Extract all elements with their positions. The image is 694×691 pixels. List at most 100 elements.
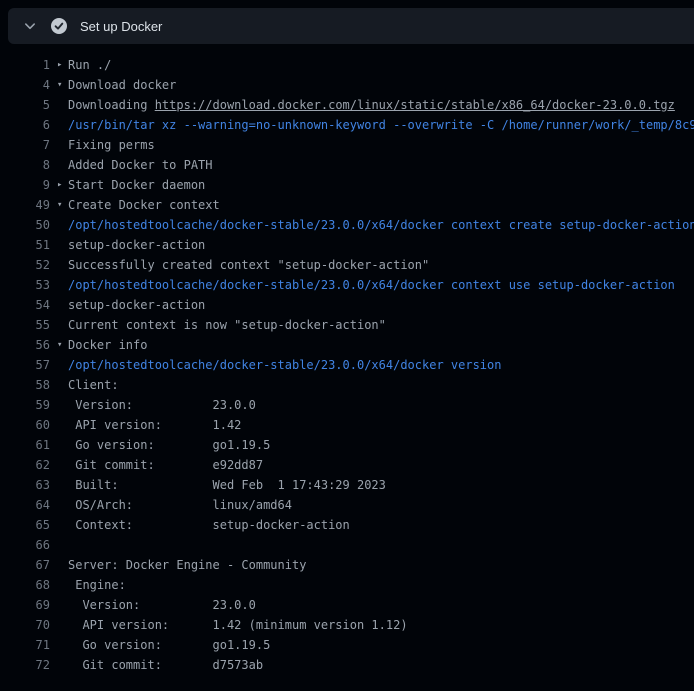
log-line: 66 (0, 535, 694, 555)
group-expanded-icon[interactable]: ▾ (50, 335, 68, 355)
line-number[interactable]: 7 (6, 135, 50, 155)
line-number[interactable]: 5 (6, 95, 50, 115)
line-number[interactable]: 63 (6, 475, 50, 495)
line-number[interactable]: 54 (6, 295, 50, 315)
log-text: Go version: go1.19.5 (68, 638, 270, 652)
log-line-content: Downloading https://download.docker.com/… (68, 95, 694, 115)
log-text: Version: 23.0.0 (68, 598, 256, 612)
log-line: 57/opt/hostedtoolcache/docker-stable/23.… (0, 355, 694, 375)
line-number[interactable]: 69 (6, 595, 50, 615)
log-text: Context: setup-docker-action (68, 518, 350, 532)
log-output: 1▸Run ./4▾Download docker5Downloading ht… (0, 44, 694, 675)
workflow-step-log-viewer: Set up Docker 1▸Run ./4▾Download docker5… (0, 8, 694, 675)
log-line-content: Go version: go1.19.5 (68, 435, 694, 455)
log-line: 63 Built: Wed Feb 1 17:43:29 2023 (0, 475, 694, 495)
line-number[interactable]: 51 (6, 235, 50, 255)
line-number[interactable]: 53 (6, 275, 50, 295)
check-circle-icon (50, 17, 68, 35)
line-number[interactable]: 70 (6, 615, 50, 635)
line-number[interactable]: 62 (6, 455, 50, 475)
line-number[interactable]: 58 (6, 375, 50, 395)
log-text: Go version: go1.19.5 (68, 438, 270, 452)
log-line-content: API version: 1.42 (minimum version 1.12) (68, 615, 694, 635)
line-number[interactable]: 60 (6, 415, 50, 435)
log-line-content: Version: 23.0.0 (68, 595, 694, 615)
log-line-content: /opt/hostedtoolcache/docker-stable/23.0.… (68, 215, 694, 235)
log-text: Download docker (68, 78, 176, 92)
line-number[interactable]: 4 (6, 75, 50, 95)
log-line: 68 Engine: (0, 575, 694, 595)
log-line: 65 Context: setup-docker-action (0, 515, 694, 535)
chevron-down-icon[interactable] (22, 18, 38, 34)
group-collapsed-icon[interactable]: ▸ (50, 55, 68, 75)
log-line: 62 Git commit: e92dd87 (0, 455, 694, 475)
line-number[interactable]: 68 (6, 575, 50, 595)
log-text: Client: (68, 378, 119, 392)
line-number[interactable]: 1 (6, 55, 50, 75)
line-number[interactable]: 71 (6, 635, 50, 655)
line-number[interactable]: 56 (6, 335, 50, 355)
line-number[interactable]: 64 (6, 495, 50, 515)
line-number[interactable]: 49 (6, 195, 50, 215)
line-number[interactable]: 65 (6, 515, 50, 535)
log-line-content: Git commit: e92dd87 (68, 455, 694, 475)
log-text: Fixing perms (68, 138, 155, 152)
log-text: Built: Wed Feb 1 17:43:29 2023 (68, 478, 386, 492)
log-line-content: Git commit: d7573ab (68, 655, 694, 675)
log-link[interactable]: https://download.docker.com/linux/static… (155, 98, 675, 112)
line-number[interactable]: 50 (6, 215, 50, 235)
log-line: 71 Go version: go1.19.5 (0, 635, 694, 655)
log-line-content: Client: (68, 375, 694, 395)
line-number[interactable]: 8 (6, 155, 50, 175)
line-number[interactable]: 66 (6, 535, 50, 555)
log-text: Downloading (68, 98, 155, 112)
log-line: 69 Version: 23.0.0 (0, 595, 694, 615)
log-line: 64 OS/Arch: linux/amd64 (0, 495, 694, 515)
log-text: Create Docker context (68, 198, 220, 212)
log-line: 50/opt/hostedtoolcache/docker-stable/23.… (0, 215, 694, 235)
log-text: Added Docker to PATH (68, 158, 213, 172)
line-number[interactable]: 57 (6, 355, 50, 375)
log-line-content: /usr/bin/tar xz --warning=no-unknown-key… (68, 115, 694, 135)
log-line: 6/usr/bin/tar xz --warning=no-unknown-ke… (0, 115, 694, 135)
log-line-content: Successfully created context "setup-dock… (68, 255, 694, 275)
log-line: 58 Client: (0, 375, 694, 395)
log-line-content: Current context is now "setup-docker-act… (68, 315, 694, 335)
log-command: /opt/hostedtoolcache/docker-stable/23.0.… (68, 218, 694, 232)
log-command: /opt/hostedtoolcache/docker-stable/23.0.… (68, 358, 501, 372)
log-text: setup-docker-action (68, 298, 205, 312)
log-text: API version: 1.42 (68, 418, 241, 432)
log-line: 5 Downloading https://download.docker.com… (0, 95, 694, 115)
group-expanded-icon[interactable]: ▾ (50, 75, 68, 95)
step-header[interactable]: Set up Docker (8, 8, 694, 44)
log-line: 55 Current context is now "setup-docker-a… (0, 315, 694, 335)
line-number[interactable]: 6 (6, 115, 50, 135)
line-number[interactable]: 9 (6, 175, 50, 195)
log-text: Current context is now "setup-docker-act… (68, 318, 386, 332)
log-line-content: Start Docker daemon (68, 175, 694, 195)
log-text: Server: Docker Engine - Community (68, 558, 306, 572)
log-line-content: setup-docker-action (68, 235, 694, 255)
line-number[interactable]: 55 (6, 315, 50, 335)
log-text: Run ./ (68, 58, 111, 72)
line-number[interactable]: 67 (6, 555, 50, 575)
line-number[interactable]: 72 (6, 655, 50, 675)
log-line-content: Server: Docker Engine - Community (68, 555, 694, 575)
log-line-content: API version: 1.42 (68, 415, 694, 435)
log-line: 61 Go version: go1.19.5 (0, 435, 694, 455)
log-line: 52 Successfully created context "setup-do… (0, 255, 694, 275)
group-collapsed-icon[interactable]: ▸ (50, 175, 68, 195)
line-number[interactable]: 52 (6, 255, 50, 275)
log-line-content: Docker info (68, 335, 694, 355)
line-number[interactable]: 59 (6, 395, 50, 415)
log-text: Version: 23.0.0 (68, 398, 256, 412)
log-line-content: OS/Arch: linux/amd64 (68, 495, 694, 515)
log-command: /usr/bin/tar xz --warning=no-unknown-key… (68, 118, 694, 132)
log-command: /opt/hostedtoolcache/docker-stable/23.0.… (68, 278, 675, 292)
group-expanded-icon[interactable]: ▾ (50, 195, 68, 215)
log-text: Git commit: e92dd87 (68, 458, 263, 472)
line-number[interactable]: 61 (6, 435, 50, 455)
log-line: 54 setup-docker-action (0, 295, 694, 315)
log-line-content: Create Docker context (68, 195, 694, 215)
log-line: 7 Fixing perms (0, 135, 694, 155)
